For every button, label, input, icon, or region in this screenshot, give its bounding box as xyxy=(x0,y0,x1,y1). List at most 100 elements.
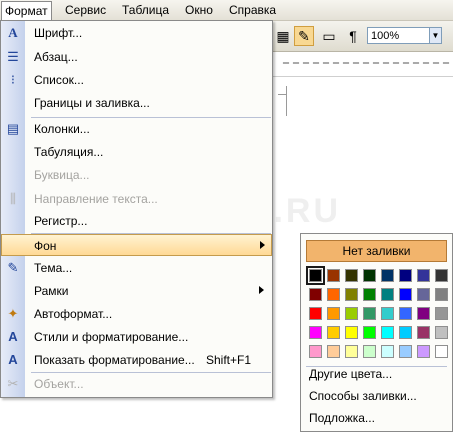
menu-item-theme[interactable]: ✎ Тема... xyxy=(1,257,272,279)
color-swatch[interactable] xyxy=(417,269,430,282)
menu-item-label: Буквица... xyxy=(34,168,90,182)
font-icon: A xyxy=(8,25,18,40)
color-swatch[interactable] xyxy=(363,269,376,282)
color-swatch[interactable] xyxy=(399,326,412,339)
color-swatch[interactable] xyxy=(345,326,358,339)
color-swatch[interactable] xyxy=(309,345,322,358)
menu-item-drop-cap: Буквица... xyxy=(1,164,272,186)
paragraph-icon: ☰ xyxy=(7,49,19,64)
menu-item-text-direction: ⫼ Направление текста... xyxy=(1,188,272,210)
color-swatch[interactable] xyxy=(381,345,394,358)
submenu-arrow-icon xyxy=(259,286,264,294)
menu-item-label: Объект... xyxy=(34,377,84,391)
chevron-down-icon[interactable]: ▼ xyxy=(429,27,442,44)
color-swatch[interactable] xyxy=(345,288,358,301)
color-swatch[interactable] xyxy=(399,288,412,301)
zoom-select[interactable]: 100% xyxy=(367,27,433,44)
styles-icon: A xyxy=(8,329,18,344)
menu-item-autoformat[interactable]: ✦ Автоформат... xyxy=(1,303,272,325)
background-submenu: Нет заливки Другие цвета... Способы зали… xyxy=(300,233,453,432)
menu-tools[interactable]: Сервис xyxy=(62,2,109,18)
menu-item-label: Регистр... xyxy=(34,214,88,228)
menu-item-list[interactable]: ⁝ Список... xyxy=(1,69,272,91)
color-swatch[interactable] xyxy=(417,326,430,339)
menu-help[interactable]: Справка xyxy=(226,2,279,18)
drawing-icon[interactable]: ✎ xyxy=(294,26,314,46)
page-corner-mark xyxy=(286,86,287,116)
menu-item-tabs[interactable]: Табуляция... xyxy=(1,141,272,163)
color-swatch[interactable] xyxy=(363,345,376,358)
reveal-formatting-icon: A xyxy=(8,352,18,367)
ruler-ticks xyxy=(281,62,451,64)
menu-format[interactable]: Формат xyxy=(1,1,52,21)
color-swatch[interactable] xyxy=(309,307,322,320)
color-swatch[interactable] xyxy=(381,326,394,339)
color-swatch[interactable] xyxy=(435,326,448,339)
menu-table[interactable]: Таблица xyxy=(119,2,172,18)
color-swatch[interactable] xyxy=(435,269,448,282)
color-swatch[interactable] xyxy=(363,326,376,339)
menu-item-change-case[interactable]: Регистр... xyxy=(1,210,272,232)
menu-item-label: Стили и форматирование... xyxy=(34,330,189,344)
color-swatch[interactable] xyxy=(435,307,448,320)
color-swatch[interactable] xyxy=(327,288,340,301)
list-icon: ⁝ xyxy=(10,72,16,87)
menu-item-paragraph[interactable]: ☰ Абзац... xyxy=(1,46,272,68)
menu-item-label: Показать форматирование... xyxy=(34,353,195,367)
fill-effects-item[interactable]: Способы заливки... xyxy=(309,388,417,404)
color-swatch[interactable] xyxy=(345,307,358,320)
color-swatch[interactable] xyxy=(309,326,322,339)
color-swatch[interactable] xyxy=(399,307,412,320)
menu-item-font[interactable]: A Шрифт... xyxy=(1,22,272,44)
color-swatch[interactable] xyxy=(327,345,340,358)
color-swatch[interactable] xyxy=(363,288,376,301)
horizontal-ruler[interactable] xyxy=(273,52,453,77)
theme-icon: ✎ xyxy=(7,260,19,275)
menu-item-label: Фон xyxy=(34,239,57,253)
color-swatch[interactable] xyxy=(327,269,340,282)
menu-bar: Формат Сервис Таблица Окно Справка xyxy=(0,0,453,21)
color-swatch[interactable] xyxy=(306,266,325,285)
no-fill-button[interactable]: Нет заливки xyxy=(306,240,447,262)
color-swatch[interactable] xyxy=(363,307,376,320)
menu-item-reveal-formatting[interactable]: A Показать форматирование... Shift+F1 xyxy=(1,349,272,371)
menu-item-borders[interactable]: Границы и заливка... xyxy=(1,92,272,114)
menu-item-label: Границы и заливка... xyxy=(34,96,150,110)
color-swatch[interactable] xyxy=(345,345,358,358)
watermark-item[interactable]: Подложка... xyxy=(309,410,375,426)
color-swatch[interactable] xyxy=(345,269,358,282)
menu-item-background[interactable]: Фон xyxy=(1,234,272,256)
color-swatch[interactable] xyxy=(381,288,394,301)
menu-item-label: Направление текста... xyxy=(34,192,158,206)
color-swatch[interactable] xyxy=(327,326,340,339)
menu-item-frames[interactable]: Рамки xyxy=(1,280,272,302)
color-swatch[interactable] xyxy=(435,345,448,358)
toolbar-button-icon[interactable]: ▦ xyxy=(273,26,293,46)
menu-item-columns[interactable]: ▤ Колонки... xyxy=(1,118,272,140)
color-swatch[interactable] xyxy=(381,307,394,320)
color-swatch[interactable] xyxy=(399,345,412,358)
columns-icon: ▤ xyxy=(6,121,20,136)
menu-item-label: Тема... xyxy=(34,261,73,275)
color-swatch[interactable] xyxy=(399,269,412,282)
menu-item-label: Абзац... xyxy=(34,50,78,64)
color-swatch[interactable] xyxy=(417,288,430,301)
page-corner-mark xyxy=(278,94,287,95)
color-swatch[interactable] xyxy=(435,288,448,301)
color-swatch[interactable] xyxy=(381,269,394,282)
menu-item-object: ✂ Объект... xyxy=(1,373,272,395)
more-colors-item[interactable]: Другие цвета... xyxy=(309,366,392,382)
menu-item-label: Рамки xyxy=(34,284,69,298)
object-icon: ✂ xyxy=(7,376,19,391)
menu-item-label: Список... xyxy=(34,73,84,87)
show-formatting-marks-icon[interactable]: ¶ xyxy=(343,26,363,46)
menu-item-label: Колонки... xyxy=(34,122,90,136)
menu-window[interactable]: Окно xyxy=(182,2,216,18)
menu-item-styles[interactable]: A Стили и форматирование... xyxy=(1,326,272,348)
document-map-icon[interactable]: ▭ xyxy=(319,26,339,46)
color-swatch[interactable] xyxy=(327,307,340,320)
text-direction-icon: ⫼ xyxy=(10,191,16,206)
color-swatch[interactable] xyxy=(309,288,322,301)
color-swatch[interactable] xyxy=(417,345,430,358)
color-swatch[interactable] xyxy=(417,307,430,320)
